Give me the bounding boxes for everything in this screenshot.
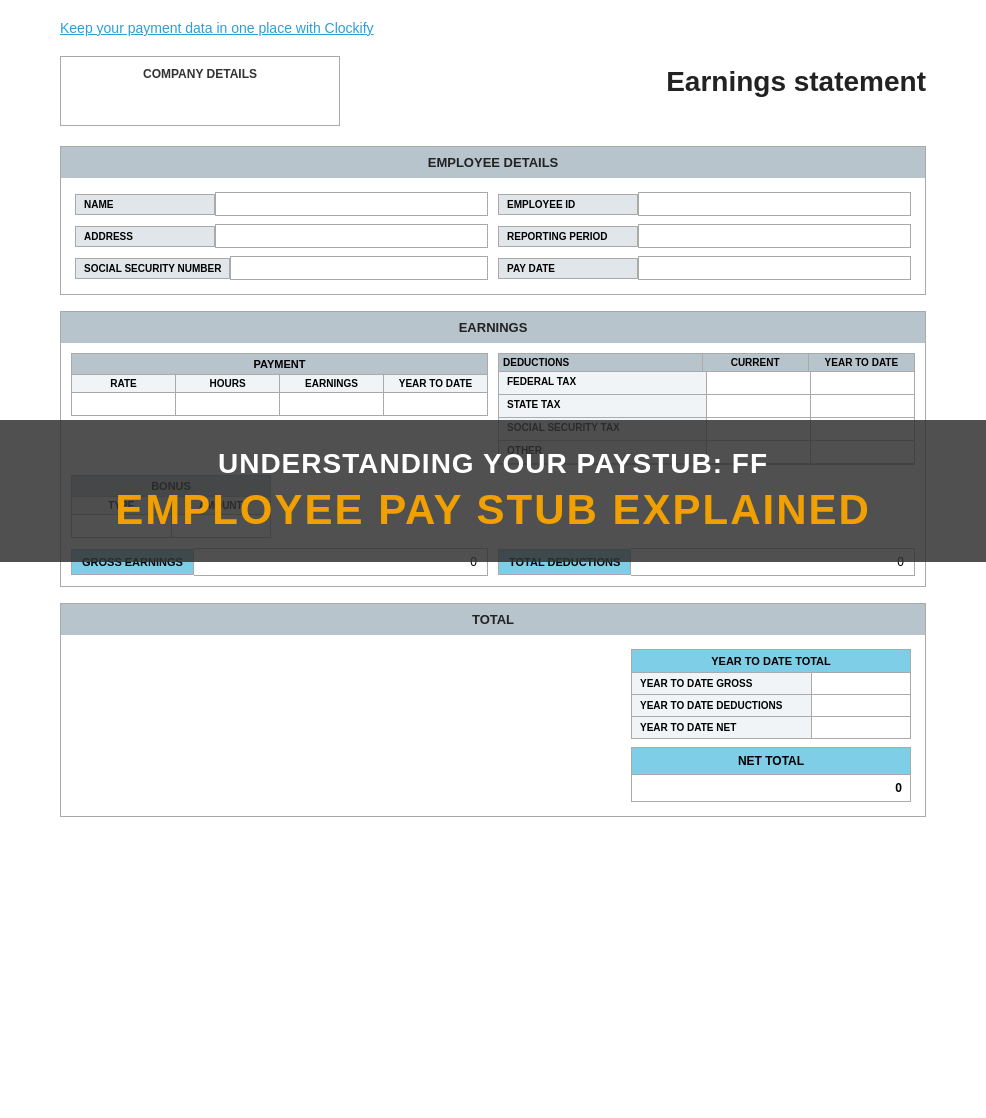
ytd-net-row: YEAR TO DATE NET xyxy=(631,716,911,739)
ded-current-federal xyxy=(707,372,811,394)
payment-hours-cell xyxy=(176,393,280,415)
employee-id-label: EMPLOYEE ID xyxy=(498,194,638,215)
name-field-row: NAME xyxy=(75,192,488,216)
company-details-label: COMPANY DETAILS xyxy=(71,67,329,81)
ytd-deductions-row: YEAR TO DATE DEDUCTIONS xyxy=(631,694,911,716)
reporting-period-field-row: REPORTING PERIOD xyxy=(498,224,911,248)
ded-row-state: STATE TAX xyxy=(499,395,914,418)
reporting-period-label: REPORTING PERIOD xyxy=(498,226,638,247)
header-row: COMPANY DETAILS Earnings statement xyxy=(60,56,926,126)
pay-date-field-row: PAY DATE xyxy=(498,256,911,280)
address-field-row: ADDRESS xyxy=(75,224,488,248)
payment-sub-header: PAYMENT xyxy=(71,353,488,374)
ytd-total-header: YEAR TO DATE TOTAL xyxy=(631,649,911,672)
earnings-title: Earnings statement xyxy=(666,56,926,98)
ytd-gross-row: YEAR TO DATE GROSS xyxy=(631,672,911,694)
ded-ytd-federal xyxy=(811,372,914,394)
payment-col-headers: RATE HOURS EARNINGS YEAR TO DATE xyxy=(71,374,488,392)
payment-data-row xyxy=(71,392,488,416)
ssn-value xyxy=(230,256,488,280)
ded-col-h-current: CURRENT xyxy=(703,354,809,371)
employee-id-value xyxy=(638,192,911,216)
ytd-table: YEAR TO DATE TOTAL YEAR TO DATE GROSS YE… xyxy=(631,649,911,802)
top-link-container: Keep your payment data in one place with… xyxy=(0,0,986,56)
ytd-net-value xyxy=(812,717,910,738)
ded-label-federal: FEDERAL TAX xyxy=(499,372,707,394)
net-total-header: NET TOTAL xyxy=(631,747,911,774)
employee-details-grid: NAME ADDRESS SOCIAL SECURITY NUMBER EMPL… xyxy=(61,178,925,294)
ytd-deductions-value xyxy=(812,695,910,716)
ded-col-h-ytd: YEAR TO DATE xyxy=(809,354,914,371)
name-value xyxy=(215,192,488,216)
ytd-gross-value xyxy=(812,673,910,694)
ssn-label: SOCIAL SECURITY NUMBER xyxy=(75,258,230,279)
address-value xyxy=(215,224,488,248)
overlay-line2: EMPLOYEE PAY STUB EXPLAINED xyxy=(20,486,966,534)
earnings-header: EARNINGS xyxy=(61,312,925,343)
ded-label-state: STATE TAX xyxy=(499,395,707,417)
payment-col-rate: RATE xyxy=(72,375,176,392)
ded-col-h-deductions: DEDUCTIONS xyxy=(499,354,703,371)
ded-row-federal: FEDERAL TAX xyxy=(499,372,914,395)
name-label: NAME xyxy=(75,194,215,215)
employee-fields-right: EMPLOYEE ID REPORTING PERIOD PAY DATE xyxy=(498,192,911,280)
payment-earnings-cell xyxy=(280,393,384,415)
employee-details-header: EMPLOYEE DETAILS xyxy=(61,147,925,178)
total-header: TOTAL xyxy=(61,604,925,635)
deductions-col-headers: DEDUCTIONS CURRENT YEAR TO DATE xyxy=(498,353,915,371)
overlay-line1: UNDERSTANDING YOUR PAYSTUB: FF xyxy=(20,448,966,480)
ssn-field-row: SOCIAL SECURITY NUMBER xyxy=(75,256,488,280)
employee-id-field-row: EMPLOYEE ID xyxy=(498,192,911,216)
ytd-deductions-label: YEAR TO DATE DEDUCTIONS xyxy=(632,695,812,716)
total-inner: YEAR TO DATE TOTAL YEAR TO DATE GROSS YE… xyxy=(61,635,925,816)
pay-date-value xyxy=(638,256,911,280)
net-total-value: 0 xyxy=(631,774,911,802)
payment-col-hours: HOURS xyxy=(176,375,280,392)
employee-fields-left: NAME ADDRESS SOCIAL SECURITY NUMBER xyxy=(75,192,488,280)
ytd-gross-label: YEAR TO DATE GROSS xyxy=(632,673,812,694)
payment-ytd-cell xyxy=(384,393,487,415)
address-label: ADDRESS xyxy=(75,226,215,247)
reporting-period-value xyxy=(638,224,911,248)
payment-rate-cell xyxy=(72,393,176,415)
pay-date-label: PAY DATE xyxy=(498,258,638,279)
payment-col-earnings: EARNINGS xyxy=(280,375,384,392)
employee-details-section: EMPLOYEE DETAILS NAME ADDRESS SOCIAL SEC… xyxy=(60,146,926,295)
clockify-link[interactable]: Keep your payment data in one place with… xyxy=(60,20,374,36)
company-details-box: COMPANY DETAILS xyxy=(60,56,340,126)
overlay-banner: UNDERSTANDING YOUR PAYSTUB: FF EMPLOYEE … xyxy=(0,420,986,562)
payment-col-ytd: YEAR TO DATE xyxy=(384,375,487,392)
ded-ytd-state xyxy=(811,395,914,417)
ded-current-state xyxy=(707,395,811,417)
ytd-net-label: YEAR TO DATE NET xyxy=(632,717,812,738)
total-section: TOTAL YEAR TO DATE TOTAL YEAR TO DATE GR… xyxy=(60,603,926,817)
